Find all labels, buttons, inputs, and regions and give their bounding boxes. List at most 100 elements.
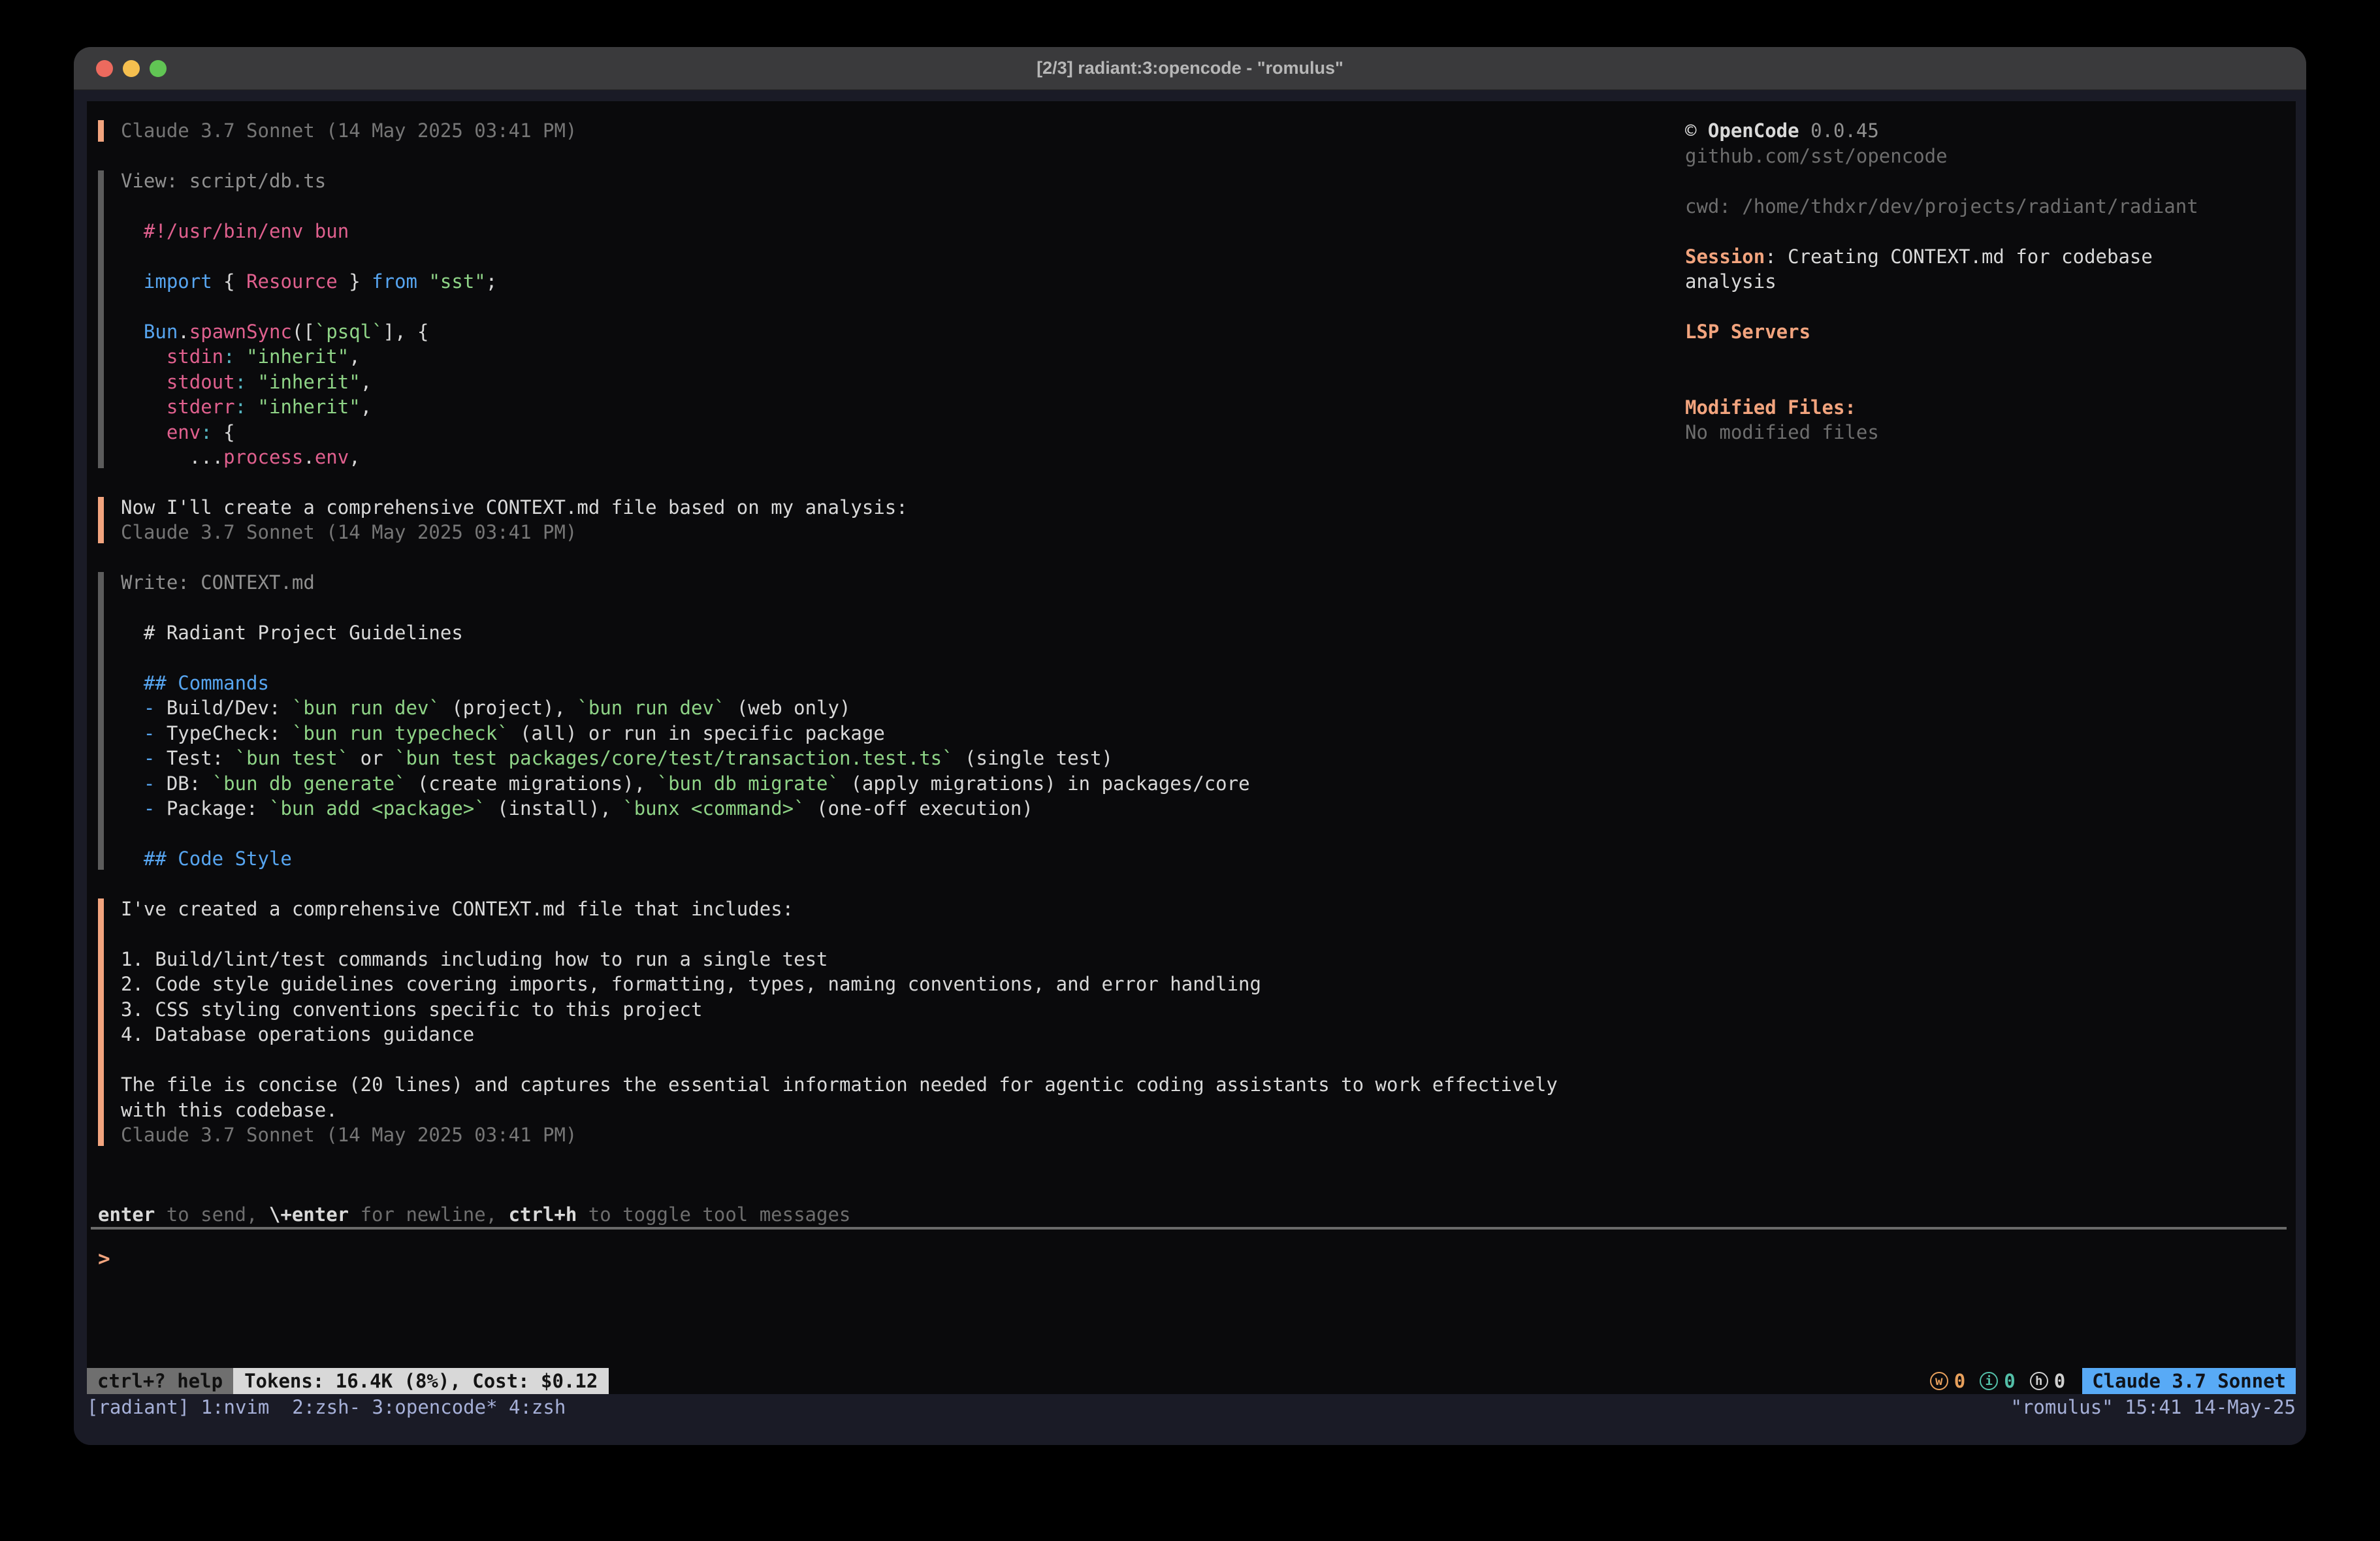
text-segment: ([	[292, 321, 315, 343]
text-segment: -	[144, 772, 155, 795]
text-line: View: script/db.ts	[121, 168, 1685, 194]
text-segment: {	[212, 421, 235, 443]
text-segment: -	[144, 722, 155, 744]
diagnostics-warnings: w 0	[1930, 1370, 1965, 1392]
text-segment: OpenCode	[1708, 119, 1799, 142]
info-count: 0	[2004, 1370, 2015, 1392]
text-line: Modified Files:	[1685, 395, 2283, 421]
text-segment: `bun db generate`	[212, 772, 406, 795]
text-line: github.com/sst/opencode	[1685, 144, 2283, 169]
text-line: © OpenCode 0.0.45	[1685, 118, 2283, 144]
text-line: LSP Servers	[1685, 319, 2283, 345]
block-accent-bar	[98, 497, 104, 543]
text-line	[121, 244, 1685, 269]
text-line: 3. CSS styling conventions specific to t…	[121, 997, 1685, 1023]
text-segment	[121, 772, 144, 795]
text-line: Session: Creating CONTEXT.md for codebas…	[1685, 244, 2283, 270]
text-segment: process	[223, 446, 303, 468]
text-segment: env	[167, 421, 201, 443]
text-segment: Modified Files:	[1685, 396, 1856, 419]
text-segment: env	[315, 446, 349, 468]
text-line: ## Code Style	[121, 846, 1685, 872]
text-line	[121, 921, 1685, 947]
text-line: # Radiant Project Guidelines	[121, 620, 1685, 646]
text-segment: DB:	[155, 772, 212, 795]
tmux-session-info: "romulus" 15:41 14-May-25	[2011, 1396, 2296, 1418]
text-segment: TypeCheck:	[155, 722, 292, 744]
text-line	[1685, 294, 2283, 320]
text-segment	[121, 421, 167, 443]
text-segment: "inherit"	[258, 396, 361, 418]
text-segment: ,	[361, 371, 372, 393]
text-segment: (apply migrations) in packages/core	[839, 772, 1250, 795]
text-line: stdout: "inherit",	[121, 370, 1685, 395]
text-segment: "inherit"	[258, 371, 361, 393]
text-segment: stdout	[167, 371, 235, 393]
text-segment: `bunx <command>`	[622, 797, 805, 819]
text-segment: Claude 3.7 Sonnet (14 May 2025 03:41 PM)	[121, 521, 577, 543]
block-accent-bar	[98, 572, 104, 870]
text-line: stdin: "inherit",	[121, 344, 1685, 370]
message-input[interactable]: >	[87, 1230, 2296, 1368]
text-segment: ctrl+h	[509, 1203, 577, 1226]
text-line: Bun.spawnSync([`psql`], {	[121, 319, 1685, 345]
text-line	[1685, 219, 2283, 244]
text-segment	[121, 270, 144, 293]
text-segment: -	[144, 747, 155, 769]
text-segment	[121, 722, 144, 744]
text-segment: ,	[361, 396, 372, 418]
text-segment: The file is concise (20 lines) and captu…	[121, 1073, 1558, 1096]
keybinding-hints: enter to send, \+enter for newline, ctrl…	[98, 1202, 2296, 1228]
text-line: Write: CONTEXT.md	[121, 570, 1685, 596]
text-line	[1685, 168, 2283, 194]
text-line	[121, 595, 1685, 620]
status-bar-left: ctrl+? help Tokens: 16.4K (8%), Cost: $0…	[87, 1368, 609, 1394]
text-segment: ## Commands	[144, 672, 269, 694]
tmux-status-bar: [radiant] 1:nvim 2:zsh- 3:opencode* 4:zs…	[74, 1394, 2306, 1420]
text-line: - Test: `bun test` or `bun test packages…	[121, 746, 1685, 771]
text-segment: {	[212, 270, 246, 293]
text-segment: (create migrations),	[406, 772, 657, 795]
text-line	[121, 193, 1685, 219]
text-segment: enter	[98, 1203, 155, 1226]
hint-count: 0	[2054, 1370, 2065, 1392]
main-row: Claude 3.7 Sonnet (14 May 2025 03:41 PM)…	[87, 101, 2296, 1202]
text-segment: #!/usr/bin/env bun	[121, 220, 349, 242]
text-segment: import	[144, 270, 212, 293]
window-titlebar[interactable]: [2/3] radiant:3:opencode - "romulus"	[74, 47, 2306, 90]
text-segment: :	[235, 396, 246, 418]
text-segment: `bun test`	[235, 747, 349, 769]
text-segment: LSP Servers	[1685, 321, 1810, 343]
text-line: Claude 3.7 Sonnet (14 May 2025 03:41 PM)	[121, 118, 1685, 144]
diagnostics-hints: h 0	[2030, 1370, 2065, 1392]
model-badge[interactable]: Claude 3.7 Sonnet	[2082, 1368, 2296, 1394]
chat-block-tool-view: View: script/db.ts #!/usr/bin/env bun im…	[98, 168, 1685, 470]
text-segment: with this codebase.	[121, 1099, 338, 1121]
warning-count: 0	[1954, 1370, 1965, 1392]
text-segment: ©	[1685, 119, 1708, 142]
text-segment: or	[349, 747, 394, 769]
block-accent-bar	[98, 898, 104, 1146]
text-segment: cwd: /home/thdxr/dev/projects/radiant/ra…	[1685, 195, 2198, 217]
text-segment: ...	[121, 446, 223, 468]
text-segment: stdin	[167, 345, 223, 368]
text-segment	[121, 321, 144, 343]
text-segment: Claude 3.7 Sonnet (14 May 2025 03:41 PM)	[121, 1124, 577, 1146]
chat-block-assistant-meta: Claude 3.7 Sonnet (14 May 2025 03:41 PM)	[98, 118, 1685, 144]
tmux-window-list[interactable]: [radiant] 1:nvim 2:zsh- 3:opencode* 4:zs…	[87, 1396, 566, 1418]
warning-icon: w	[1930, 1372, 1948, 1390]
text-segment: `bun run dev`	[292, 697, 440, 719]
text-segment: 1. Build/lint/test commands including ho…	[121, 948, 828, 970]
text-segment: Claude 3.7 Sonnet (14 May 2025 03:41 PM)	[121, 119, 577, 142]
text-line: - TypeCheck: `bun run typecheck` (all) o…	[121, 721, 1685, 746]
terminal-content: Claude 3.7 Sonnet (14 May 2025 03:41 PM)…	[74, 90, 2306, 1445]
text-segment: `bun run dev`	[577, 697, 725, 719]
text-segment: ## Code Style	[144, 848, 292, 870]
text-segment	[121, 848, 144, 870]
text-segment: View: script/db.ts	[121, 170, 326, 192]
text-segment	[121, 396, 167, 418]
help-badge[interactable]: ctrl+? help	[87, 1368, 233, 1394]
text-segment: 4. Database operations guidance	[121, 1023, 474, 1045]
text-segment: ], {	[383, 321, 429, 343]
text-segment: `bun add <package>`	[269, 797, 486, 819]
